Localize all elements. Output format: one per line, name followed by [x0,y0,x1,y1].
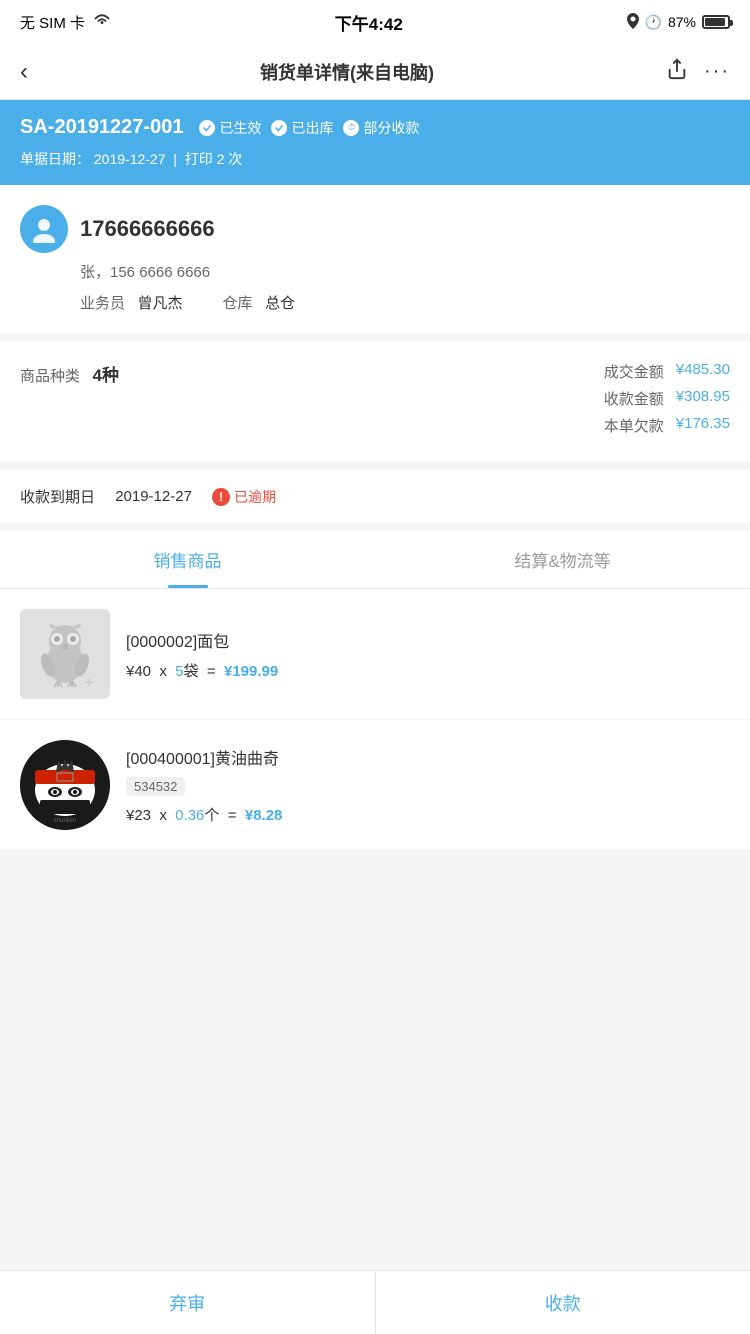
product-price-1: ¥40 x 5袋 = ¥199.99 [126,660,730,681]
due-section: 收款到期日 2019-12-27 ! 已逾期 [0,470,750,523]
status-time: 下午4:42 [335,10,403,35]
overdue-text: 已逾期 [234,487,276,507]
deal-label: 成交金额 [604,361,664,382]
battery-text: 87% [668,14,696,30]
sales-label: 业务员 [80,295,125,312]
tab-sales-products[interactable]: 销售商品 [0,531,375,588]
customer-row: 17666666666 [20,205,730,253]
warehouse-value: 总仓 [265,295,295,312]
product-name-2: [000400001]黄油曲奇 [126,745,730,769]
warehouse-label: 仓库 [223,295,253,312]
alarm-icon: 🕐 [645,14,662,31]
product-info-1: [0000002]面包 ¥40 x 5袋 = ¥199.99 [126,628,730,681]
check-icon-1 [199,120,215,136]
product-tag-2: 534532 [126,777,185,796]
avatar [20,205,68,253]
badge-shipped: 已出库 [271,118,333,138]
collect-button[interactable]: 收款 [376,1271,750,1334]
customer-name: 17666666666 [80,216,215,242]
summary-section: 商品种类 4种 成交金额 ¥485.30 收款金额 ¥308.95 本单欠款 ¥… [0,341,750,462]
battery-icon [702,15,730,29]
product-thumb-2: shuriken [20,740,110,830]
page-title: 销货单详情(来自电脑) [260,59,434,85]
type-label: 商品种类 [20,368,80,385]
status-badges: 已生效 已出库 ⏱ 部分收款 [199,118,419,138]
check-icon-2 [271,120,287,136]
product-price-2: ¥23 x 0.36个 = ¥8.28 [126,804,730,825]
badge-effective: 已生效 [199,118,261,138]
product-thumb-1: + [20,609,110,699]
type-count: 4种 [93,366,119,385]
due-date: 2019-12-27 [115,488,192,505]
overdue-badge: ! 已逾期 [212,487,276,507]
overdue-icon: ! [212,488,230,506]
product-list: + [0000002]面包 ¥40 x 5袋 = ¥199.99 [0,589,750,851]
summary-left: 商品种类 4种 [20,361,119,386]
table-row: shuriken [000400001]黄油曲奇 534532 ¥23 x 0.… [0,720,750,851]
customer-meta: 业务员 曾凡杰 仓库 总仓 [20,292,730,313]
deal-amount-row: 成交金额 ¥485.30 [604,361,730,382]
product-info-2: [000400001]黄油曲奇 534532 ¥23 x 0.36个 = ¥8.… [126,745,730,825]
table-row: + [0000002]面包 ¥40 x 5袋 = ¥199.99 [0,589,750,720]
due-label: 收款到期日 [20,486,95,507]
customer-section: 17666666666 张，156 6666 6666 业务员 曾凡杰 仓库 总… [0,185,750,333]
svg-text:shuriken: shuriken [54,818,77,824]
customer-sub: 张，156 6666 6666 [20,261,730,282]
order-date: 单据日期： 2019-12-27 | 打印 2 次 [20,149,730,169]
status-bar: 无 SIM 卡 下午4:42 🕐 87% [0,0,750,44]
collected-label: 收款金额 [604,388,664,409]
owed-label: 本单欠款 [604,415,664,436]
tab-settlement[interactable]: 结算&物流等 [375,531,750,588]
collected-value: ¥308.95 [676,388,730,409]
bottom-bar: 弃审 收款 [0,1270,750,1334]
wifi-icon [93,13,111,31]
sales-value: 曾凡杰 [138,295,183,312]
status-right: 🕐 87% [627,13,730,32]
carrier-label: 无 SIM 卡 [20,12,85,33]
order-header: SA-20191227-001 已生效 已出库 ⏱ 部分收款 单据日期： 201… [0,100,750,185]
tabs-section: 销售商品 结算&物流等 [0,531,750,589]
nav-actions: ··· [666,58,730,86]
owed-amount-row: 本单欠款 ¥176.35 [604,415,730,436]
collected-amount-row: 收款金额 ¥308.95 [604,388,730,409]
product-name-1: [0000002]面包 [126,628,730,652]
clock-icon: ⏱ [343,120,359,136]
owed-value: ¥176.35 [676,415,730,436]
badge-partial: ⏱ 部分收款 [343,118,419,138]
summary-right: 成交金额 ¥485.30 收款金额 ¥308.95 本单欠款 ¥176.35 [604,361,730,442]
order-id: SA-20191227-001 [20,116,183,139]
share-button[interactable] [666,58,688,86]
location-icon [627,13,639,32]
tabs-row: 销售商品 结算&物流等 [0,531,750,589]
cancel-button[interactable]: 弃审 [0,1271,376,1334]
more-button[interactable]: ··· [704,60,730,83]
status-left: 无 SIM 卡 [20,12,111,33]
svg-text:+: + [85,674,93,689]
deal-value: ¥485.30 [676,361,730,382]
back-button[interactable]: ‹ [20,58,28,86]
nav-bar: ‹ 销货单详情(来自电脑) ··· [0,44,750,100]
